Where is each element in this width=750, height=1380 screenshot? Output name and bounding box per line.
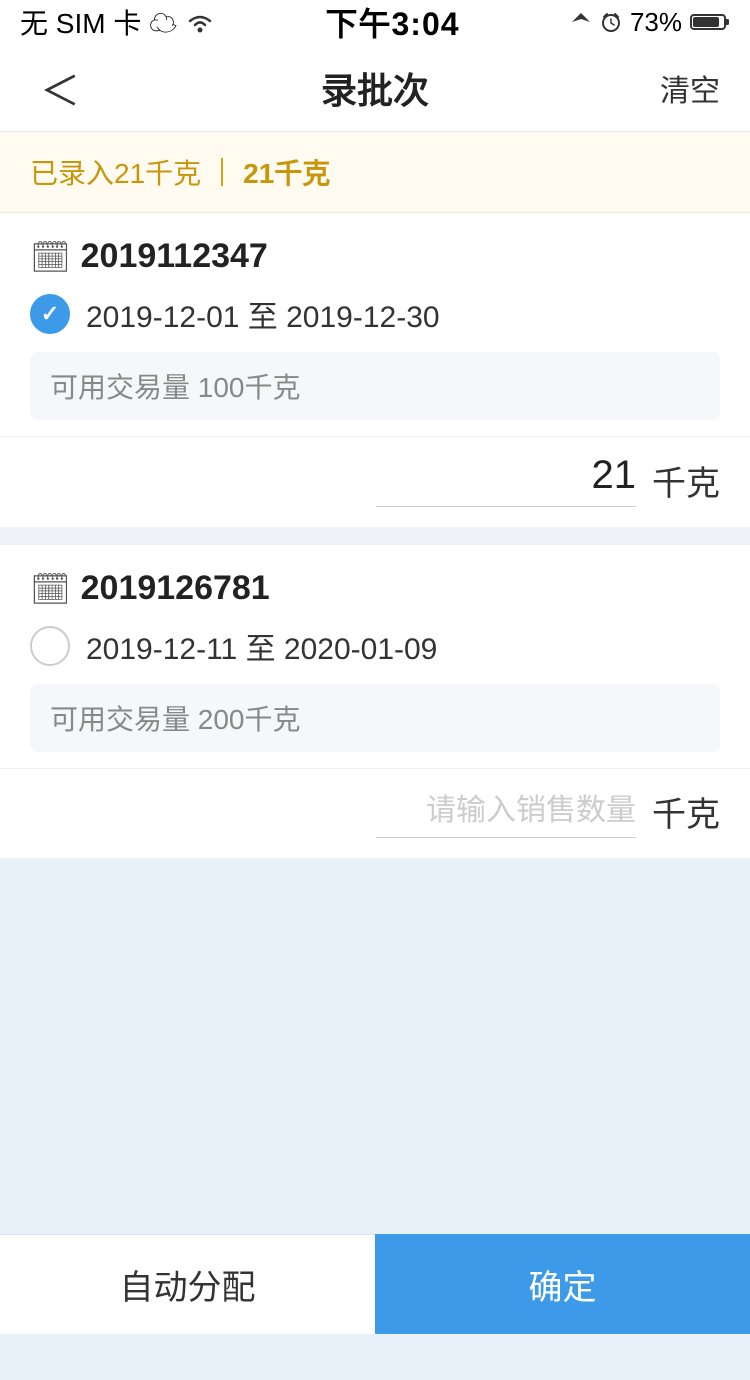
batch-avail-2: 可用交易量 200千克 [30,684,720,752]
batch-date-row-2[interactable]: 2019-12-11 至 2020-01-09 [0,616,750,676]
summary-label: 已录入21千克 [30,152,201,192]
quantity-underline-1: 21 [30,453,636,507]
status-bar: 无 SIM 卡 ☁ 下午3:04 73% [0,0,750,44]
batch-header-2: 🗓 2019126781 [0,545,750,616]
batch-card-2: 🗓 2019126781 2019-12-11 至 2020-01-09 可用交… [0,545,750,858]
status-left: 无 SIM 卡 ☁ [20,2,215,42]
summary-value: 21千克 [243,152,330,192]
input-row-2: 请输入销售数量 千克 [0,768,750,858]
quantity-unit-2: 千克 [652,787,720,836]
clear-button[interactable]: 清空 [660,66,720,110]
location-icon [570,11,592,33]
input-underline-2 [376,837,636,838]
batch-card-1: 🗓 2019112347 ✓ 2019-12-01 至 2019-12-30 可… [0,213,750,527]
battery-icon [690,12,730,32]
quantity-placeholder-2[interactable]: 请输入销售数量 [426,785,636,829]
batch-date-2: 2019-12-11 至 2020-01-09 [86,624,437,668]
batch-id-2: 2019126781 [81,569,270,608]
batch-date-row-1[interactable]: ✓ 2019-12-01 至 2019-12-30 [0,284,750,344]
batch-header-1: 🗓 2019112347 [0,213,750,284]
batch-icon-2: 🗓 [30,570,71,608]
card-separator [0,529,750,545]
summary-divider [221,158,223,186]
batch-id-1: 2019112347 [81,237,268,276]
input-row-1: 21 千克 [0,436,750,527]
page-title: 录批次 [321,62,429,114]
status-time: 下午3:04 [326,0,460,45]
summary-bar: 已录入21千克 21千克 [0,132,750,213]
back-button[interactable]: ＜ [30,49,90,127]
input-underline-1 [376,506,636,507]
radio-1[interactable]: ✓ [30,294,70,334]
radio-2[interactable] [30,626,70,666]
checkmark-1: ✓ [41,301,59,327]
batch-avail-1: 可用交易量 100千克 [30,352,720,420]
alarm-icon [600,11,622,33]
nav-bar: ＜ 录批次 清空 [0,44,750,132]
batch-date-1: 2019-12-01 至 2019-12-30 [86,292,440,336]
batch-icon-1: 🗓 [30,238,71,276]
status-right: 73% [570,7,730,38]
wifi-icon [185,11,215,33]
confirm-button[interactable]: 确定 [375,1234,750,1334]
no-sim-label: 无 SIM 卡 ☁ [20,2,177,42]
quantity-value-1[interactable]: 21 [556,453,636,498]
quantity-underline-2: 请输入销售数量 [30,785,636,838]
quantity-unit-1: 千克 [652,456,720,505]
battery-percent: 73% [630,7,682,38]
auto-distribute-button[interactable]: 自动分配 [0,1234,375,1334]
bottom-buttons: 自动分配 确定 [0,1234,750,1334]
